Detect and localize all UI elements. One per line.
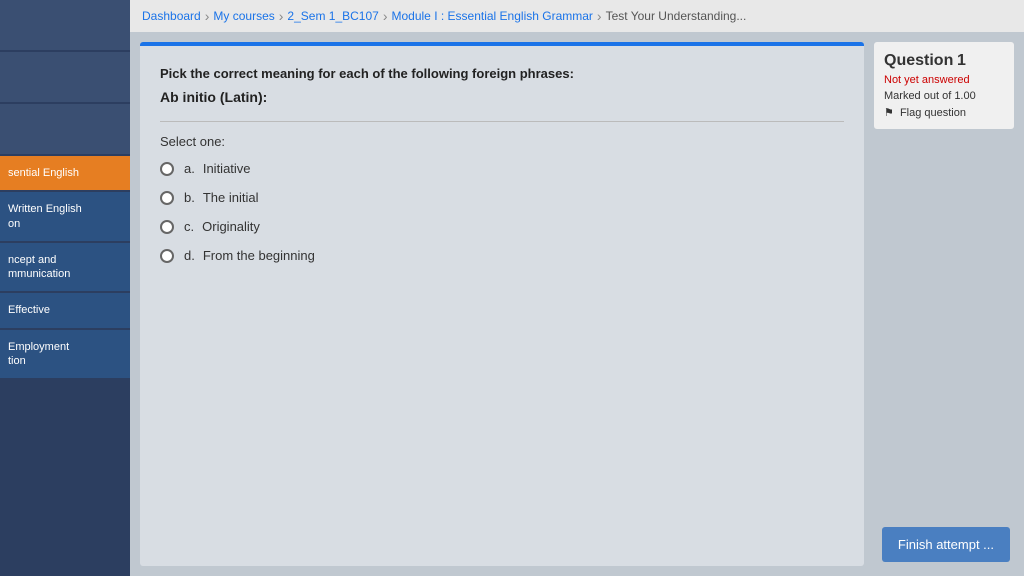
- info-panel: Question 1 Not yet answered Marked out o…: [874, 42, 1014, 566]
- sidebar-item-concept[interactable]: ncept andmmunication: [0, 243, 130, 292]
- radio-a[interactable]: [160, 162, 174, 176]
- breadcrumb-module[interactable]: Module I : Essential English Grammar: [392, 9, 593, 23]
- option-d[interactable]: d. From the beginning: [160, 248, 844, 263]
- option-c[interactable]: c. Originality: [160, 219, 844, 234]
- sidebar-item-essential-english[interactable]: sential English: [0, 156, 130, 190]
- breadcrumb-sep-3: ›: [383, 8, 388, 24]
- select-one-label: Select one:: [160, 134, 844, 149]
- question-label: Question: [884, 52, 953, 69]
- sidebar-top-block-1: [0, 0, 130, 50]
- sidebar-top-block-3: [0, 104, 130, 154]
- flag-icon: ⚑: [884, 107, 894, 119]
- sidebar-top-block-2: [0, 52, 130, 102]
- option-a-text: Initiative: [203, 161, 251, 176]
- question-phrase: Ab initio (Latin):: [160, 89, 844, 105]
- not-answered-status: Not yet answered: [884, 74, 1004, 86]
- breadcrumb-course[interactable]: 2_Sem 1_BC107: [287, 9, 378, 23]
- radio-b[interactable]: [160, 191, 174, 205]
- sidebar-item-employment[interactable]: Employmenttion: [0, 330, 130, 379]
- question-panel: Pick the correct meaning for each of the…: [140, 42, 864, 566]
- radio-c[interactable]: [160, 220, 174, 234]
- main-content: Pick the correct meaning for each of the…: [130, 32, 1024, 576]
- breadcrumb-sep-1: ›: [205, 8, 210, 24]
- breadcrumb-sep-4: ›: [597, 8, 602, 24]
- question-instruction: Pick the correct meaning for each of the…: [160, 66, 844, 81]
- option-b[interactable]: b. The initial: [160, 190, 844, 205]
- flag-question-label: Flag question: [900, 107, 966, 119]
- sidebar: sential English Written Englishon ncept …: [0, 0, 130, 576]
- sidebar-item-written-english[interactable]: Written Englishon: [0, 192, 130, 241]
- flag-question-button[interactable]: ⚑ Flag question: [884, 106, 1004, 119]
- breadcrumb: Dashboard › My courses › 2_Sem 1_BC107 ›…: [130, 0, 1024, 32]
- breadcrumb-mycourses[interactable]: My courses: [213, 9, 274, 23]
- radio-d[interactable]: [160, 249, 174, 263]
- option-c-letter: c.: [184, 219, 194, 234]
- question-number: 1: [957, 52, 966, 69]
- option-c-text: Originality: [202, 219, 260, 234]
- question-number-line: Question 1: [884, 52, 1004, 70]
- options-list: a. Initiative b. The initial c. Original…: [160, 161, 844, 263]
- option-b-letter: b.: [184, 190, 195, 205]
- finish-attempt-button[interactable]: Finish attempt ...: [882, 527, 1010, 562]
- breadcrumb-test: Test Your Understanding...: [606, 9, 747, 23]
- breadcrumb-dashboard[interactable]: Dashboard: [142, 9, 201, 23]
- option-d-letter: d.: [184, 248, 195, 263]
- divider: [160, 121, 844, 122]
- sidebar-item-effective[interactable]: Effective: [0, 293, 130, 327]
- option-a-letter: a.: [184, 161, 195, 176]
- option-a[interactable]: a. Initiative: [160, 161, 844, 176]
- marked-out-label: Marked out of 1.00: [884, 90, 1004, 102]
- option-b-text: The initial: [203, 190, 259, 205]
- breadcrumb-sep-2: ›: [279, 8, 284, 24]
- question-info-card: Question 1 Not yet answered Marked out o…: [874, 42, 1014, 129]
- option-d-text: From the beginning: [203, 248, 315, 263]
